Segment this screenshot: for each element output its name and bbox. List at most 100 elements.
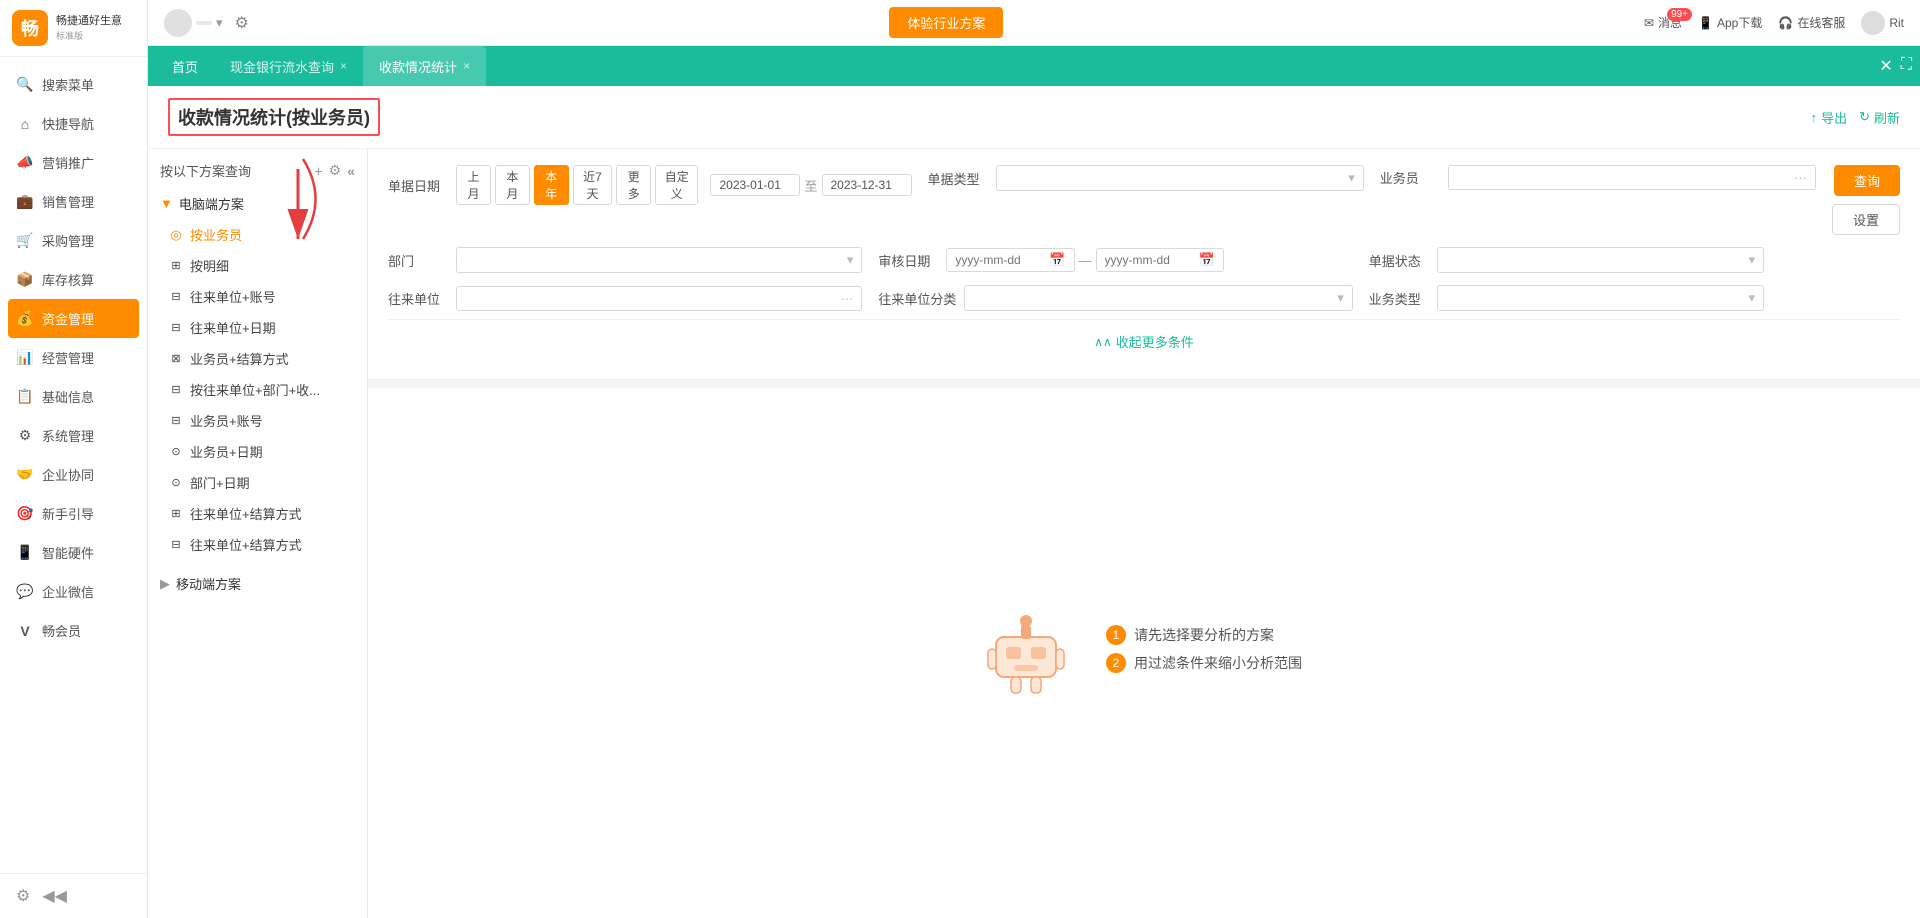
sidebar-item-system[interactable]: ⚙ 系统管理 bbox=[0, 416, 147, 455]
tree-group-mobile[interactable]: ▶ 移动端方案 bbox=[148, 568, 367, 599]
dropdown-icon: ▾ bbox=[216, 15, 223, 31]
sidebar-item-enterprise[interactable]: 🤝 企业协同 bbox=[0, 455, 147, 494]
tree-item-label: 往来单位+结算方式 bbox=[190, 504, 302, 523]
tree-item-by-detail[interactable]: ⊞ 按明细 bbox=[148, 250, 367, 281]
tree-item-unit-date[interactable]: ⊟ 往来单位+日期 bbox=[148, 312, 367, 343]
setting-button[interactable]: 设置 bbox=[1832, 204, 1900, 235]
tree-item-dept-date[interactable]: ⊙ 部门+日期 bbox=[148, 467, 367, 498]
date-btn-more[interactable]: 更多 bbox=[616, 165, 651, 205]
sidebar-item-purchase[interactable]: 🛒 采购管理 bbox=[0, 221, 147, 260]
sidebar-item-inventory[interactable]: 📦 库存核算 bbox=[0, 260, 147, 299]
query-button[interactable]: 查询 bbox=[1834, 165, 1900, 196]
settings-bottom-icon[interactable]: ⚙ bbox=[16, 886, 30, 906]
collapse-sidebar-icon[interactable]: ◀◀ bbox=[42, 886, 67, 906]
tree-item-label: 业务员+日期 bbox=[190, 442, 263, 461]
tabbar-actions: ✕ ⛶ bbox=[1879, 56, 1912, 76]
audit-date-to-input[interactable] bbox=[1105, 253, 1195, 267]
unit-classify-dropdown-icon: ▾ bbox=[1337, 290, 1344, 306]
tab-bank-flow-close[interactable]: × bbox=[340, 59, 347, 73]
sidebar-item-marketing[interactable]: 📣 营销推广 bbox=[0, 143, 147, 182]
sidebar-item-operation[interactable]: 📊 经营管理 bbox=[0, 338, 147, 377]
step-1-num: 1 bbox=[1106, 625, 1126, 645]
date-btn-this-year[interactable]: 本年 bbox=[534, 165, 569, 205]
tab-receipt-stats-close[interactable]: × bbox=[463, 59, 470, 73]
tab-bank-flow[interactable]: 现金银行流水查询 × bbox=[214, 46, 363, 86]
topbar: ▾ ⚙ 体验行业方案 ✉ 消息 99+ 📱 App下载 🎧 在线客服 Ri bbox=[148, 0, 1920, 46]
refresh-button[interactable]: ↻ 刷新 bbox=[1859, 108, 1900, 127]
sidebar-item-search-menu[interactable]: 🔍 搜索菜单 bbox=[0, 65, 147, 104]
tree-item-salesman-date[interactable]: ⊙ 业务员+日期 bbox=[148, 436, 367, 467]
user-info[interactable]: ▾ bbox=[164, 9, 223, 37]
trial-button[interactable]: 体验行业方案 bbox=[889, 7, 1003, 38]
tree-item-unit-settle2[interactable]: ⊟ 往来单位+结算方式 bbox=[148, 529, 367, 560]
panel-collapse-icon[interactable]: « bbox=[347, 163, 355, 179]
empty-state: 1 请先选择要分析的方案 2 用过滤条件来缩小分析范围 bbox=[368, 388, 1920, 918]
tree-item-label: 往来单位+结算方式 bbox=[190, 535, 302, 554]
app-download-item[interactable]: 📱 App下载 bbox=[1698, 14, 1762, 31]
date-btn-custom[interactable]: 自定义 bbox=[655, 165, 698, 205]
message-icon: ✉ bbox=[1644, 16, 1654, 30]
refresh-label: 刷新 bbox=[1874, 108, 1900, 127]
sidebar-item-quick-nav[interactable]: ⌂ 快捷导航 bbox=[0, 104, 147, 143]
date-btn-7days[interactable]: 近7天 bbox=[573, 165, 613, 205]
tree-item-unit-dept-recv[interactable]: ⊟ 按往来单位+部门+收... bbox=[148, 374, 367, 405]
audit-date-to-picker[interactable]: 📅 bbox=[1096, 248, 1224, 272]
sidebar-item-smart-hw[interactable]: 📱 智能硬件 bbox=[0, 533, 147, 572]
doc-type-label: 单据类型 bbox=[928, 169, 988, 188]
filter-actions: 查询 设置 bbox=[1832, 165, 1900, 235]
sidebar-item-finance[interactable]: 💰 资金管理 bbox=[8, 299, 139, 338]
tree-item-unit-settle1[interactable]: ⊞ 往来单位+结算方式 bbox=[148, 498, 367, 529]
salesman-more-icon[interactable]: ··· bbox=[1794, 170, 1807, 185]
audit-date-from-input[interactable] bbox=[955, 253, 1045, 267]
tree-item-by-salesman[interactable]: ◎ 按业务员 bbox=[148, 219, 367, 250]
tab-fullscreen-icon[interactable]: ⛶ bbox=[1901, 56, 1912, 76]
refresh-icon: ↻ bbox=[1859, 109, 1870, 125]
sidebar: 畅 畅捷通好生意 标准版 🔍 搜索菜单 ⌂ 快捷导航 📣 营销推广 💼 销售管理… bbox=[0, 0, 148, 918]
tree-item-salesman-account[interactable]: ⊟ 业务员+账号 bbox=[148, 405, 367, 436]
calendar-from-icon[interactable]: 📅 bbox=[1049, 252, 1065, 268]
sidebar-item-label: 基础信息 bbox=[42, 387, 94, 406]
date-btn-last-month[interactable]: 上月 bbox=[456, 165, 491, 205]
unit-more-icon[interactable]: ··· bbox=[840, 291, 853, 306]
sidebar-item-label: 快捷导航 bbox=[42, 114, 94, 133]
tab-close-all-icon[interactable]: ✕ bbox=[1879, 56, 1892, 76]
topbar-settings-icon[interactable]: ⚙ bbox=[235, 13, 249, 33]
message-item[interactable]: ✉ 消息 99+ bbox=[1644, 14, 1682, 31]
tab-receipt-stats[interactable]: 收款情况统计 × bbox=[363, 46, 486, 86]
doc-status-label: 单据状态 bbox=[1369, 251, 1429, 270]
tree-group-label: 电脑端方案 bbox=[179, 194, 244, 213]
tree-item-unit-account[interactable]: ⊟ 往来单位+账号 bbox=[148, 281, 367, 312]
user-name bbox=[196, 21, 212, 25]
panel-title: 按以下方案查询 bbox=[160, 161, 251, 180]
panel-add-icon[interactable]: + bbox=[314, 163, 322, 179]
date-to-input[interactable] bbox=[822, 174, 912, 196]
app-badge: 标准版 bbox=[56, 29, 122, 42]
date-btn-this-month[interactable]: 本月 bbox=[495, 165, 530, 205]
audit-date-from-picker[interactable]: 📅 bbox=[946, 248, 1074, 272]
tab-home[interactable]: 首页 bbox=[156, 46, 214, 86]
collapse-more-btn[interactable]: ∧∧ 收起更多条件 bbox=[388, 324, 1900, 359]
export-button[interactable]: ↑ 导出 bbox=[1811, 108, 1848, 127]
step-1-text: 请先选择要分析的方案 bbox=[1134, 625, 1274, 645]
calendar-to-icon[interactable]: 📅 bbox=[1199, 252, 1215, 268]
search-menu-icon: 🔍 bbox=[16, 76, 34, 94]
operation-icon: 📊 bbox=[16, 349, 34, 367]
tree-item-label: 往来单位+日期 bbox=[190, 318, 276, 337]
online-service-item[interactable]: 🎧 在线客服 bbox=[1778, 14, 1845, 31]
dept-date-icon: ⊙ bbox=[168, 475, 184, 491]
doc-status-dropdown-icon: ▾ bbox=[1748, 252, 1755, 268]
panel-settings-icon[interactable]: ⚙ bbox=[329, 162, 342, 179]
date-label: 单据日期 bbox=[388, 176, 448, 195]
sidebar-item-sales[interactable]: 💼 销售管理 bbox=[0, 182, 147, 221]
tree-item-label: 按明细 bbox=[190, 256, 229, 275]
tree-item-salesman-settle[interactable]: ⊠ 业务员+结算方式 bbox=[148, 343, 367, 374]
sidebar-item-wechat[interactable]: 💬 企业微信 bbox=[0, 572, 147, 611]
export-label: 导出 bbox=[1821, 108, 1847, 127]
sidebar-item-basic[interactable]: 📋 基础信息 bbox=[0, 377, 147, 416]
sidebar-item-guide[interactable]: 🎯 新手引导 bbox=[0, 494, 147, 533]
tree-group-desktop[interactable]: ▼ 电脑端方案 bbox=[148, 188, 367, 219]
user-topbar-item[interactable]: Rit bbox=[1861, 11, 1904, 35]
sidebar-item-vip[interactable]: V 畅会员 bbox=[0, 611, 147, 650]
date-from-input[interactable] bbox=[710, 174, 800, 196]
sidebar-item-label: 营销推广 bbox=[42, 153, 94, 172]
